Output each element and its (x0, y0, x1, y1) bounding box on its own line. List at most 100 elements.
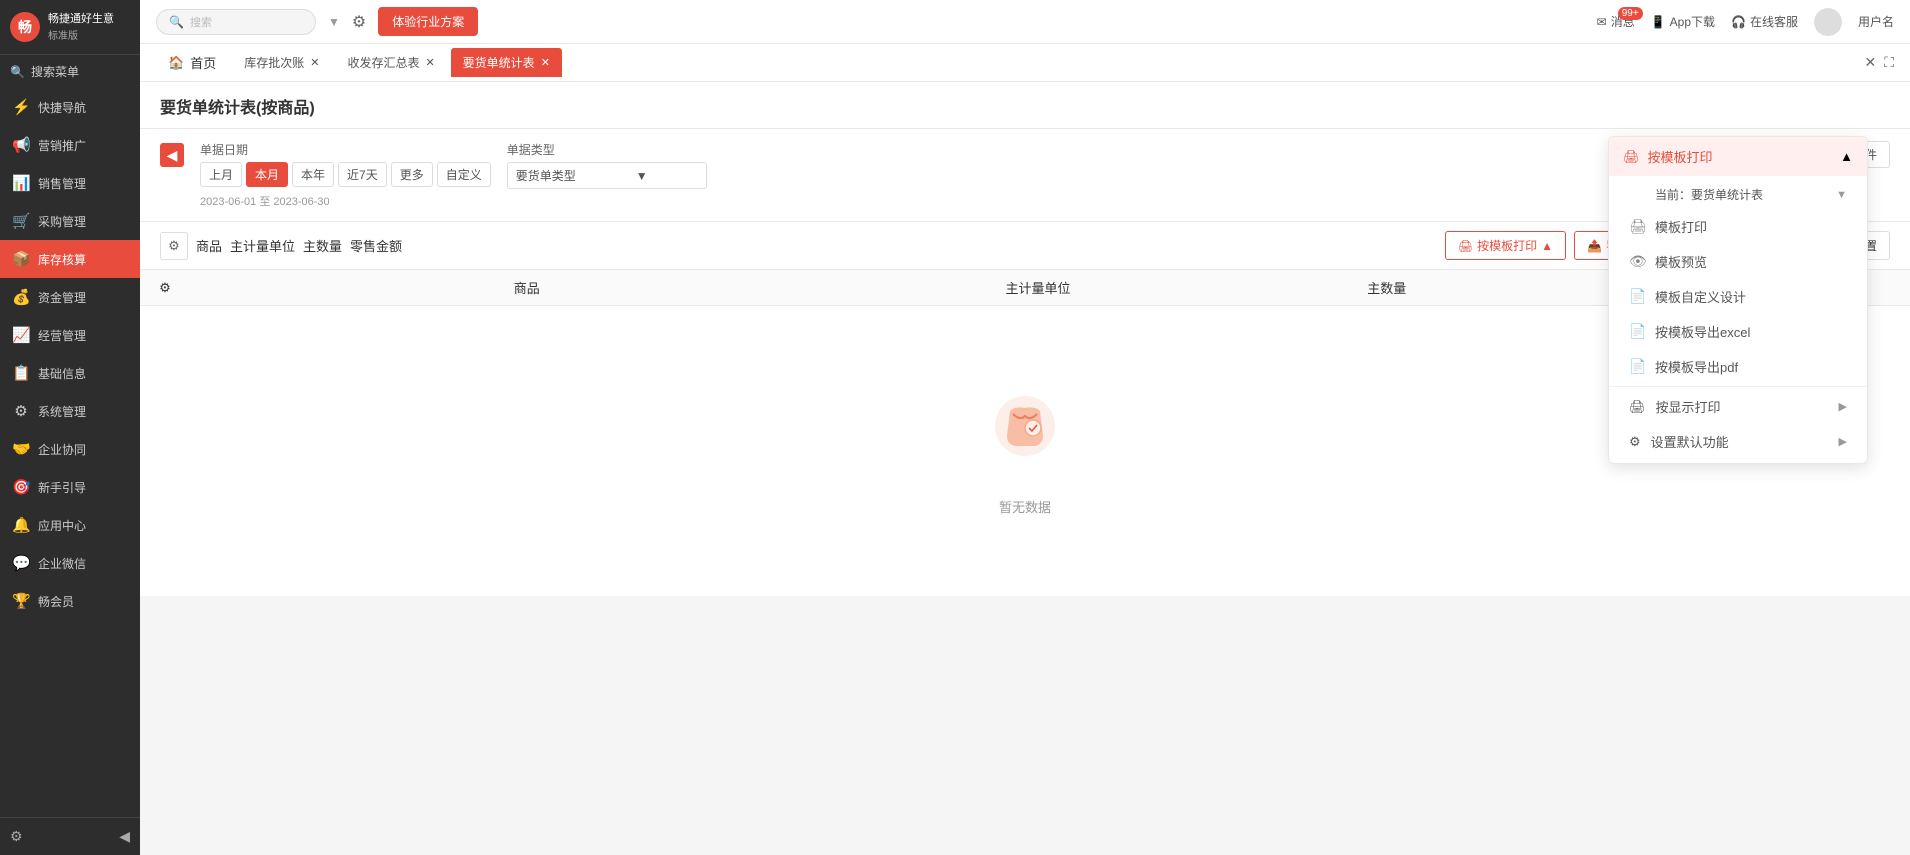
tab-receipts-close[interactable]: ✕ (425, 56, 434, 69)
tab-inventory-batch-label: 库存批次账 (244, 54, 304, 71)
sidebar-item-sales[interactable]: 📊 销售管理 (0, 164, 140, 202)
template-design-label: 模板自定义设计 (1655, 287, 1746, 306)
quick-nav-icon: ⚡ (12, 98, 30, 116)
export-icon: 📤 (1587, 239, 1602, 253)
print-icon: 🖨 (1458, 239, 1473, 253)
sidebar-item-operation[interactable]: 📈 经营管理 (0, 316, 140, 354)
nav-label: 基础信息 (38, 365, 86, 382)
template-preview-icon: 👁 (1629, 253, 1645, 270)
sidebar-logo: 畅 畅捷通好生意 标准版 (0, 0, 140, 55)
marketing-icon: 📢 (12, 136, 30, 154)
print-dropdown: 🖨 按模板打印 ▲ 当前：要货单统计表 ▼ 🖨 模板打印 👁 模板预览 📄 模板… (1608, 136, 1868, 464)
header-search-box[interactable]: 🔍 搜索 (156, 9, 316, 35)
sales-icon: 📊 (12, 174, 30, 192)
sidebar-nav: ⚡ 快捷导航 📢 营销推广 📊 销售管理 🛒 采购管理 📦 库存核算 💰 资金管… (0, 88, 140, 817)
tab-inventory-batch[interactable]: 库存批次账 ✕ (232, 48, 331, 77)
nav-label: 资金管理 (38, 289, 86, 306)
empty-text: 暂无数据 (999, 497, 1051, 516)
window-maximize-btn[interactable]: ⛶ (1884, 54, 1894, 71)
nav-label: 销售管理 (38, 175, 86, 192)
tab-order-summary[interactable]: 要货单统计表 ✕ (451, 48, 562, 77)
current-template-item[interactable]: 当前：要货单统计表 ▼ (1609, 180, 1867, 209)
tab-home[interactable]: 🏠 首页 (156, 47, 228, 78)
tab-order-close[interactable]: ✕ (541, 56, 550, 69)
sidebar-item-guide[interactable]: 🎯 新手引导 (0, 468, 140, 506)
date-btn-custom[interactable]: 自定义 (437, 162, 491, 187)
dropdown-item-template-pdf[interactable]: 📄 按模板导出pdf (1609, 349, 1867, 384)
inventory-icon: 📦 (12, 250, 30, 268)
date-btn-last7[interactable]: 近7天 (338, 162, 387, 187)
type-select-arrow: ▼ (636, 169, 648, 183)
message-btn[interactable]: ✉ 消息 99+ (1597, 13, 1635, 30)
trial-button[interactable]: 体验行业方案 (378, 7, 478, 36)
online-service-btn[interactable]: 🎧 在线客服 (1731, 13, 1798, 30)
date-btn-prev-month[interactable]: 上月 (200, 162, 242, 187)
sidebar-item-wecom[interactable]: 💬 企业微信 (0, 544, 140, 582)
date-btn-this-year[interactable]: 本年 (292, 162, 334, 187)
sidebar-item-marketing[interactable]: 📢 营销推广 (0, 126, 140, 164)
nav-label: 畅会员 (38, 593, 74, 610)
nav-label: 采购管理 (38, 213, 86, 230)
header-dropdown-icon[interactable]: ▼ (328, 15, 340, 29)
message-badge: 99+ (1618, 7, 1643, 20)
app-download-btn[interactable]: 📱 App下载 (1651, 13, 1715, 30)
dropdown-item-template-excel[interactable]: 📄 按模板导出excel (1609, 314, 1867, 349)
settings-footer-btn[interactable]: ⚙ (10, 828, 23, 845)
type-filter-label: 单据类型 (507, 141, 707, 158)
type-select[interactable]: 要货单类型 ▼ (507, 162, 707, 189)
date-range-text: 2023-06-01 至 2023-06-30 (200, 193, 491, 209)
header-settings-icon[interactable]: ⚙ (352, 12, 366, 32)
window-controls: ✕ ⛶ (1864, 54, 1894, 71)
dropdown-item-display-print[interactable]: 🖨 按显示打印 ▶ (1609, 389, 1867, 424)
dropdown-header-left: 🖨 按模板打印 (1623, 147, 1713, 166)
dropdown-item-template-preview[interactable]: 👁 模板预览 (1609, 244, 1867, 279)
tab-home-label: 首页 (190, 53, 216, 72)
sidebar-item-quick-nav[interactable]: ⚡ 快捷导航 (0, 88, 140, 126)
top-header: 🔍 搜索 ▼ ⚙ 体验行业方案 ✉ 消息 99+ 📱 App下载 🎧 在线客服 … (140, 0, 1910, 44)
display-print-arrow: ▶ (1839, 400, 1847, 413)
sidebar-item-inventory[interactable]: 📦 库存核算 (0, 240, 140, 278)
sidebar-footer: ⚙ ◀ (0, 817, 140, 855)
template-preview-label: 模板预览 (1655, 252, 1707, 271)
online-service-label: 在线客服 (1750, 13, 1798, 30)
sidebar-item-collab[interactable]: 🤝 企业协同 (0, 430, 140, 468)
sidebar-item-basic[interactable]: 📋 基础信息 (0, 354, 140, 392)
th-settings[interactable]: ⚙ (140, 280, 190, 296)
column-settings-btn[interactable]: ⚙ (160, 232, 188, 260)
retail-col-label: 零售金额 (350, 236, 402, 255)
type-select-value: 要货单类型 (516, 167, 576, 184)
dropdown-header[interactable]: 🖨 按模板打印 ▲ (1609, 137, 1867, 176)
collapse-footer-btn[interactable]: ◀ (119, 828, 130, 845)
display-print-label: 按显示打印 (1656, 397, 1721, 416)
template-pdf-icon: 📄 (1629, 358, 1645, 375)
sidebar-item-member[interactable]: 🏆 畅会员 (0, 582, 140, 620)
default-function-left: ⚙ 设置默认功能 (1629, 432, 1729, 451)
sidebar-item-purchase[interactable]: 🛒 采购管理 (0, 202, 140, 240)
sidebar: 畅 畅捷通好生意 标准版 🔍 搜索菜单 ⚡ 快捷导航 📢 营销推广 📊 销售管理… (0, 0, 140, 855)
sidebar-item-appstore[interactable]: 🔔 应用中心 (0, 506, 140, 544)
print-btn[interactable]: 🖨 按模板打印 ▲ (1445, 231, 1566, 260)
nav-label: 企业协同 (38, 441, 86, 458)
current-template-label: 当前：要货单统计表 (1655, 186, 1763, 203)
sidebar-search[interactable]: 🔍 搜索菜单 (0, 55, 140, 88)
filter-toggle-button[interactable]: ◀ (160, 143, 184, 167)
date-btn-this-month[interactable]: 本月 (246, 162, 288, 187)
nav-label: 营销推广 (38, 137, 86, 154)
display-print-left: 🖨 按显示打印 (1629, 397, 1721, 416)
tab-receipts-summary[interactable]: 收发存汇总表 ✕ (335, 48, 446, 77)
window-close-btn[interactable]: ✕ (1864, 54, 1876, 71)
date-btn-more[interactable]: 更多 (391, 162, 433, 187)
dropdown-item-default-function[interactable]: ⚙ 设置默认功能 ▶ (1609, 424, 1867, 459)
sidebar-item-system[interactable]: ⚙ 系统管理 (0, 392, 140, 430)
appstore-icon: 🔔 (12, 516, 30, 534)
nav-label: 快捷导航 (38, 99, 86, 116)
header-actions: ✉ 消息 99+ 📱 App下载 🎧 在线客服 用户名 (1597, 8, 1894, 36)
template-excel-label: 按模板导出excel (1655, 322, 1750, 341)
sidebar-item-finance[interactable]: 💰 资金管理 (0, 278, 140, 316)
collab-icon: 🤝 (12, 440, 30, 458)
dropdown-item-template-print[interactable]: 🖨 模板打印 (1609, 209, 1867, 244)
user-avatar[interactable] (1814, 8, 1842, 36)
dropdown-item-template-design[interactable]: 📄 模板自定义设计 (1609, 279, 1867, 314)
current-template-arrow: ▼ (1836, 189, 1847, 201)
tab-inventory-batch-close[interactable]: ✕ (310, 56, 319, 69)
